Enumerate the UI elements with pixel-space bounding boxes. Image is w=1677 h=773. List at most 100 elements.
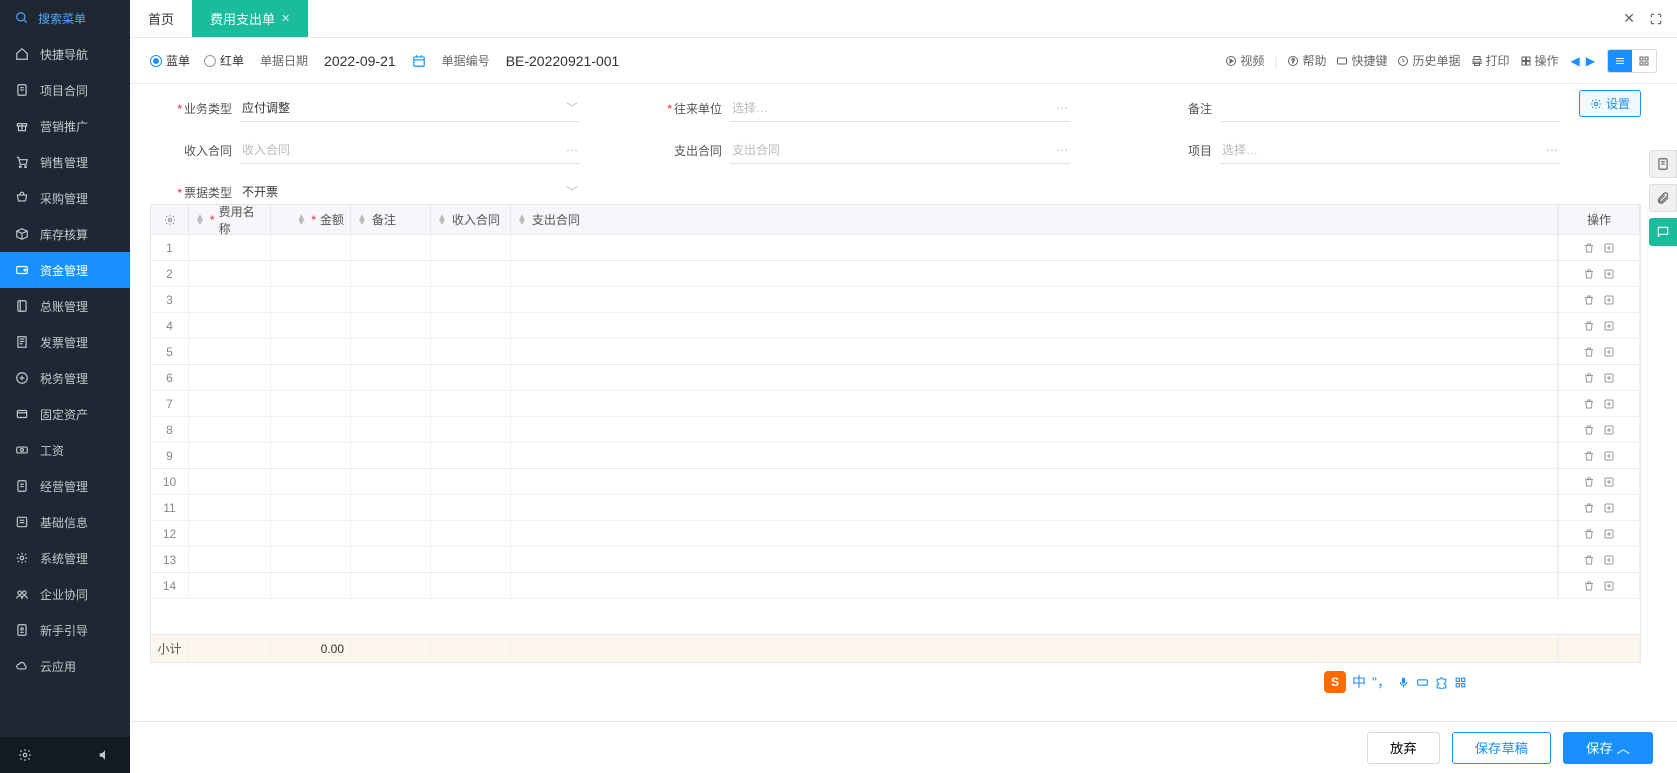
table-row[interactable]: 2: [151, 261, 1640, 287]
float-attach-icon[interactable]: [1649, 184, 1677, 212]
table-row[interactable]: 7: [151, 391, 1640, 417]
delete-icon[interactable]: [1583, 424, 1595, 436]
sidebar-item-10[interactable]: 固定资产: [0, 396, 130, 432]
th-remark[interactable]: ▲▼备注: [351, 205, 431, 234]
add-icon[interactable]: [1603, 424, 1615, 436]
delete-icon[interactable]: [1583, 554, 1595, 566]
delete-icon[interactable]: [1583, 502, 1595, 514]
fullscreen-icon[interactable]: [1649, 12, 1663, 26]
sidebar-item-17[interactable]: 云应用: [0, 648, 130, 684]
delete-icon[interactable]: [1583, 450, 1595, 462]
tab-expense[interactable]: 费用支出单 ✕: [192, 0, 308, 37]
add-icon[interactable]: [1603, 476, 1615, 488]
tab-home[interactable]: 首页: [130, 0, 192, 37]
gear-column[interactable]: [151, 205, 189, 234]
history-link[interactable]: 历史单据: [1397, 52, 1460, 69]
sidebar-item-14[interactable]: 系统管理: [0, 540, 130, 576]
table-row[interactable]: 8: [151, 417, 1640, 443]
add-icon[interactable]: [1603, 346, 1615, 358]
table-row[interactable]: 1: [151, 235, 1640, 261]
add-icon[interactable]: [1603, 372, 1615, 384]
sidebar-item-1[interactable]: 项目合同: [0, 72, 130, 108]
add-icon[interactable]: [1603, 528, 1615, 540]
biztype-select[interactable]: 应付调整 ﹀: [240, 94, 580, 122]
project-select[interactable]: 选择… ⋯: [1220, 136, 1560, 164]
table-row[interactable]: 11: [151, 495, 1640, 521]
table-row[interactable]: 13: [151, 547, 1640, 573]
table-row[interactable]: 12: [151, 521, 1640, 547]
delete-icon[interactable]: [1583, 268, 1595, 280]
date-value[interactable]: 2022-09-21: [324, 53, 396, 69]
add-icon[interactable]: [1603, 450, 1615, 462]
sidebar-item-2[interactable]: 营销推广: [0, 108, 130, 144]
nav-prev-icon[interactable]: ◀: [1569, 54, 1582, 68]
add-icon[interactable]: [1603, 242, 1615, 254]
delete-icon[interactable]: [1583, 398, 1595, 410]
save-button[interactable]: 保存 ︿: [1563, 732, 1653, 764]
volume-icon[interactable]: [98, 748, 112, 762]
radio-blue[interactable]: 蓝单: [150, 52, 190, 69]
delete-icon[interactable]: [1583, 528, 1595, 540]
help-link[interactable]: ? 帮助: [1287, 52, 1326, 69]
table-row[interactable]: 5: [151, 339, 1640, 365]
sidebar-item-16[interactable]: 新手引导: [0, 612, 130, 648]
radio-red[interactable]: 红单: [204, 52, 244, 69]
view-list-icon[interactable]: [1608, 50, 1632, 72]
table-row[interactable]: 9: [151, 443, 1640, 469]
th-expense[interactable]: ▲▼支出合同: [511, 205, 1558, 234]
ime-skin-icon[interactable]: [1435, 676, 1448, 689]
add-icon[interactable]: [1603, 554, 1615, 566]
delete-icon[interactable]: [1583, 346, 1595, 358]
delete-icon[interactable]: [1583, 372, 1595, 384]
sidebar-item-6[interactable]: 资金管理: [0, 252, 130, 288]
sidebar-item-13[interactable]: 基础信息: [0, 504, 130, 540]
add-icon[interactable]: [1603, 580, 1615, 592]
th-amount[interactable]: ▲▼*金额: [271, 205, 351, 234]
sidebar-search[interactable]: 搜索菜单: [0, 0, 130, 36]
delete-icon[interactable]: [1583, 580, 1595, 592]
sidebar-item-0[interactable]: 快捷导航: [0, 36, 130, 72]
th-name[interactable]: ▲▼*费用名称: [189, 205, 271, 234]
ime-logo-icon[interactable]: S: [1324, 671, 1346, 693]
delete-icon[interactable]: [1583, 320, 1595, 332]
sidebar-item-11[interactable]: 工资: [0, 432, 130, 468]
delete-icon[interactable]: [1583, 476, 1595, 488]
add-icon[interactable]: [1603, 320, 1615, 332]
print-link[interactable]: 打印: [1471, 52, 1510, 69]
ime-keyboard-icon[interactable]: [1416, 676, 1429, 689]
discard-button[interactable]: 放弃: [1367, 732, 1440, 764]
add-icon[interactable]: [1603, 268, 1615, 280]
sidebar-item-3[interactable]: 销售管理: [0, 144, 130, 180]
th-income[interactable]: ▲▼收入合同: [431, 205, 511, 234]
sidebar-item-12[interactable]: 经营管理: [0, 468, 130, 504]
sidebar-item-4[interactable]: 采购管理: [0, 180, 130, 216]
ime-lang[interactable]: 中: [1352, 672, 1366, 692]
float-chat-icon[interactable]: [1649, 218, 1677, 246]
sidebar-item-5[interactable]: 库存核算: [0, 216, 130, 252]
settings-icon[interactable]: [18, 748, 32, 762]
save-draft-button[interactable]: 保存草稿: [1452, 732, 1551, 764]
add-icon[interactable]: [1603, 398, 1615, 410]
expense-contract-select[interactable]: 支出合同 ⋯: [730, 136, 1070, 164]
table-row[interactable]: 6: [151, 365, 1640, 391]
sidebar-item-8[interactable]: 发票管理: [0, 324, 130, 360]
sidebar-item-15[interactable]: 企业协同: [0, 576, 130, 612]
income-contract-select[interactable]: 收入合同 ⋯: [240, 136, 580, 164]
operate-link[interactable]: 操作: [1520, 52, 1559, 69]
table-row[interactable]: 14: [151, 573, 1640, 599]
settings-button[interactable]: 设置: [1579, 90, 1641, 117]
table-row[interactable]: 3: [151, 287, 1640, 313]
add-icon[interactable]: [1603, 294, 1615, 306]
video-link[interactable]: 视频: [1225, 52, 1264, 69]
table-row[interactable]: 10: [151, 469, 1640, 495]
ime-mic-icon[interactable]: [1397, 676, 1410, 689]
shortcut-link[interactable]: 快捷键: [1336, 52, 1387, 69]
tickettype-select[interactable]: 不开票 ﹀: [240, 178, 580, 206]
add-icon[interactable]: [1603, 502, 1615, 514]
sidebar-item-7[interactable]: 总账管理: [0, 288, 130, 324]
close-icon[interactable]: ✕: [1623, 10, 1635, 27]
delete-icon[interactable]: [1583, 294, 1595, 306]
sidebar-item-9[interactable]: 税务管理: [0, 360, 130, 396]
remark-input[interactable]: [1220, 94, 1560, 122]
partner-select[interactable]: 选择… ⋯: [730, 94, 1070, 122]
